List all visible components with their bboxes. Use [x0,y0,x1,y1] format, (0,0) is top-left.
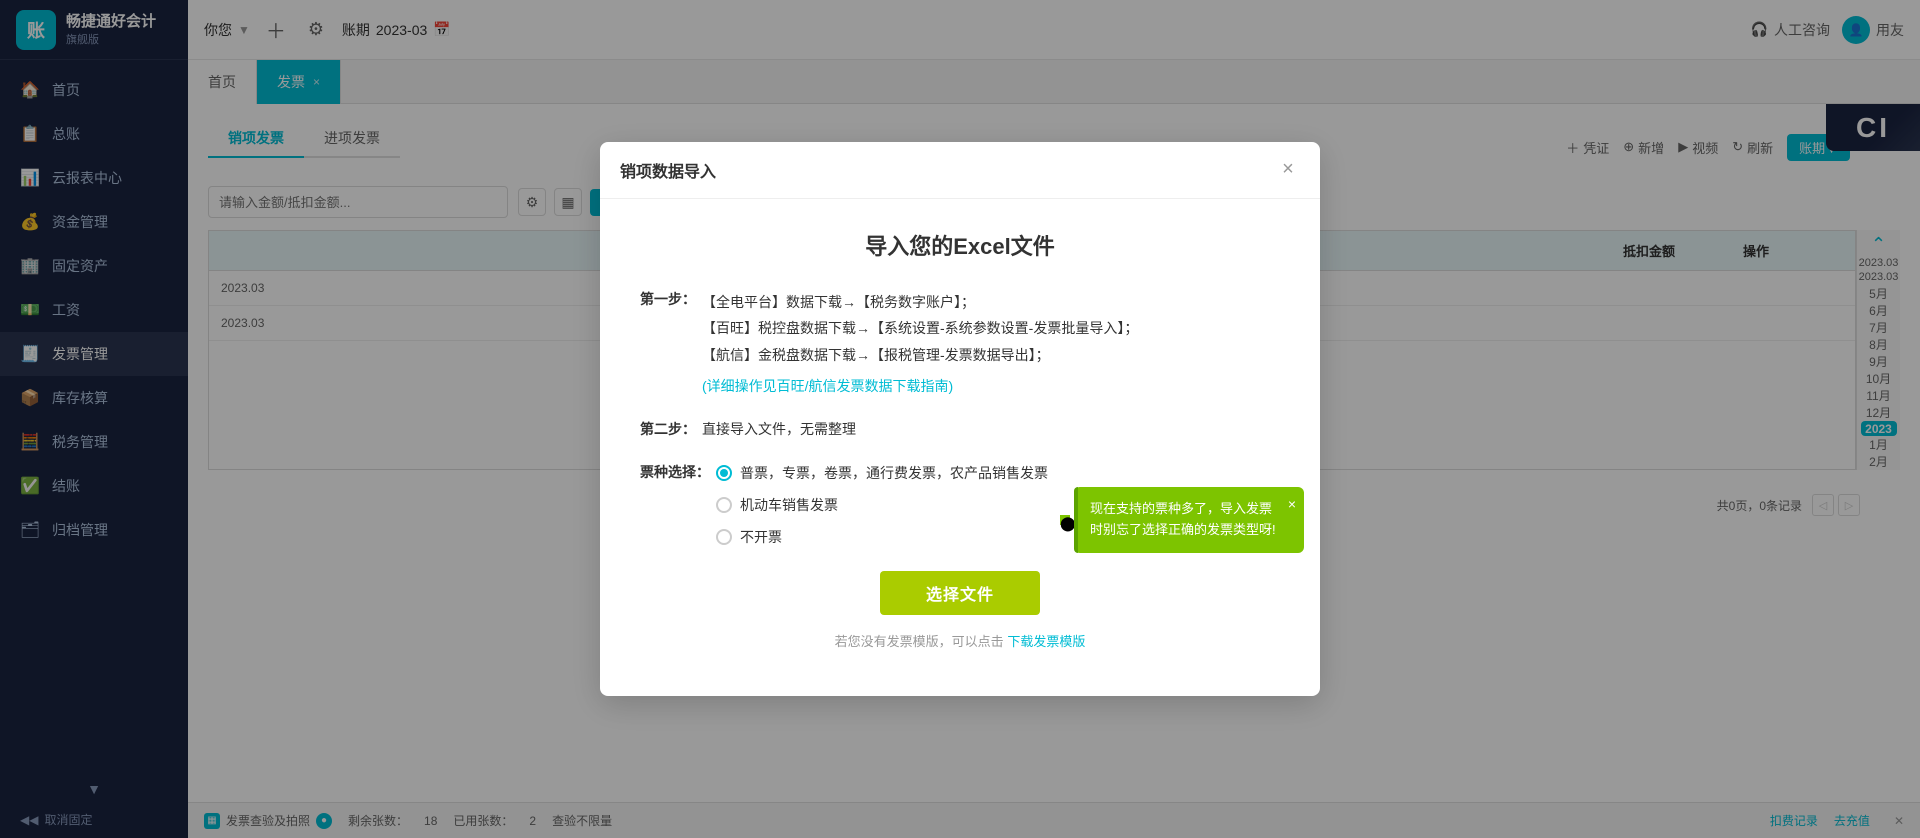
dialog-body: 导入您的Excel文件 第一步： 【全电平台】数据下载→【税务数字账户】； 【百… [600,199,1320,696]
dialog-close-btn[interactable]: × [1276,158,1300,182]
download-template-link[interactable]: 下载发票模版 [1007,634,1085,649]
radio-item-1[interactable]: 普票，专票，卷票，通行费发票，农产品销售发票 [716,463,1048,483]
radio-dot-1 [720,469,728,477]
radio-item-3[interactable]: 不开票 [716,527,1048,547]
dialog-title: 销项数据导入 [620,158,716,182]
tooltip-sidebar-bar [1074,487,1078,553]
tooltip-container: ⬤ 现在支持的票种多了，导入发票时别忘了选择正确的发票类型呀! × [1060,487,1304,553]
select-file-btn[interactable]: 选择文件 [880,571,1040,615]
ticket-label: 票种选择： [640,459,710,482]
dialog-footer: 若您没有发票模版，可以点击 下载发票模版 [640,631,1280,666]
dialog-main-title: 导入您的Excel文件 [640,229,1280,261]
import-dialog: 销项数据导入 × 导入您的Excel文件 第一步： 【全电平台】数据下载→【税务… [600,142,1320,696]
tooltip-bubble: 现在支持的票种多了，导入发票时别忘了选择正确的发票类型呀! × [1074,487,1304,553]
tooltip-dot: ⬤ [1060,515,1070,525]
select-file-container: 选择文件 [640,571,1280,615]
radio-item-2[interactable]: 机动车销售发票 [716,495,1048,515]
step1-link-row: (详细操作见百旺/航信发票数据下载指南) [702,373,1138,400]
dialog-header: 销项数据导入 × [600,142,1320,199]
radio-circle-3 [716,529,732,545]
dialog-step2: 第二步： 直接导入文件，无需整理 [640,419,1280,439]
tooltip-close-btn[interactable]: × [1288,493,1296,515]
radio-circle-2 [716,497,732,513]
download-guide-link[interactable]: (详细操作见百旺/航信发票数据下载指南) [702,378,953,394]
step2-label: 第二步： [640,419,696,439]
radio-group: 普票，专票，卷票，通行费发票，农产品销售发票 机动车销售发票 不开票 [716,463,1048,547]
tooltip-text: 现在支持的票种多了，导入发票时别忘了选择正确的发票类型呀! [1090,501,1276,537]
radio-label-2: 机动车销售发票 [740,495,838,515]
dialog-step1: 第一步： 【全电平台】数据下载→【税务数字账户】； 【百旺】税控盘数据下载→【系… [640,289,1280,399]
modal-overlay: 销项数据导入 × 导入您的Excel文件 第一步： 【全电平台】数据下载→【税务… [0,0,1920,838]
step1-content: 【全电平台】数据下载→【税务数字账户】； 【百旺】税控盘数据下载→【系统设置-系… [702,289,1138,399]
step1-line3: 【航信】金税盘数据下载→【报税管理-发票数据导出】； [702,342,1138,369]
step1-line2: 【百旺】税控盘数据下载→【系统设置-系统参数设置-发票批量导入】； [702,315,1138,342]
radio-circle-1 [716,465,732,481]
radio-label-1: 普票，专票，卷票，通行费发票，农产品销售发票 [740,463,1048,483]
step1-line1: 【全电平台】数据下载→【税务数字账户】； [702,289,1138,316]
footer-text: 若您没有发票模版，可以点击 [835,634,1004,649]
step1-label: 第一步： [640,289,696,309]
radio-label-3: 不开票 [740,527,782,547]
step2-content: 直接导入文件，无需整理 [702,419,856,439]
ticket-select-row: 票种选择： 普票，专票，卷票，通行费发票，农产品销售发票 机动车销售发票 [640,459,1280,547]
